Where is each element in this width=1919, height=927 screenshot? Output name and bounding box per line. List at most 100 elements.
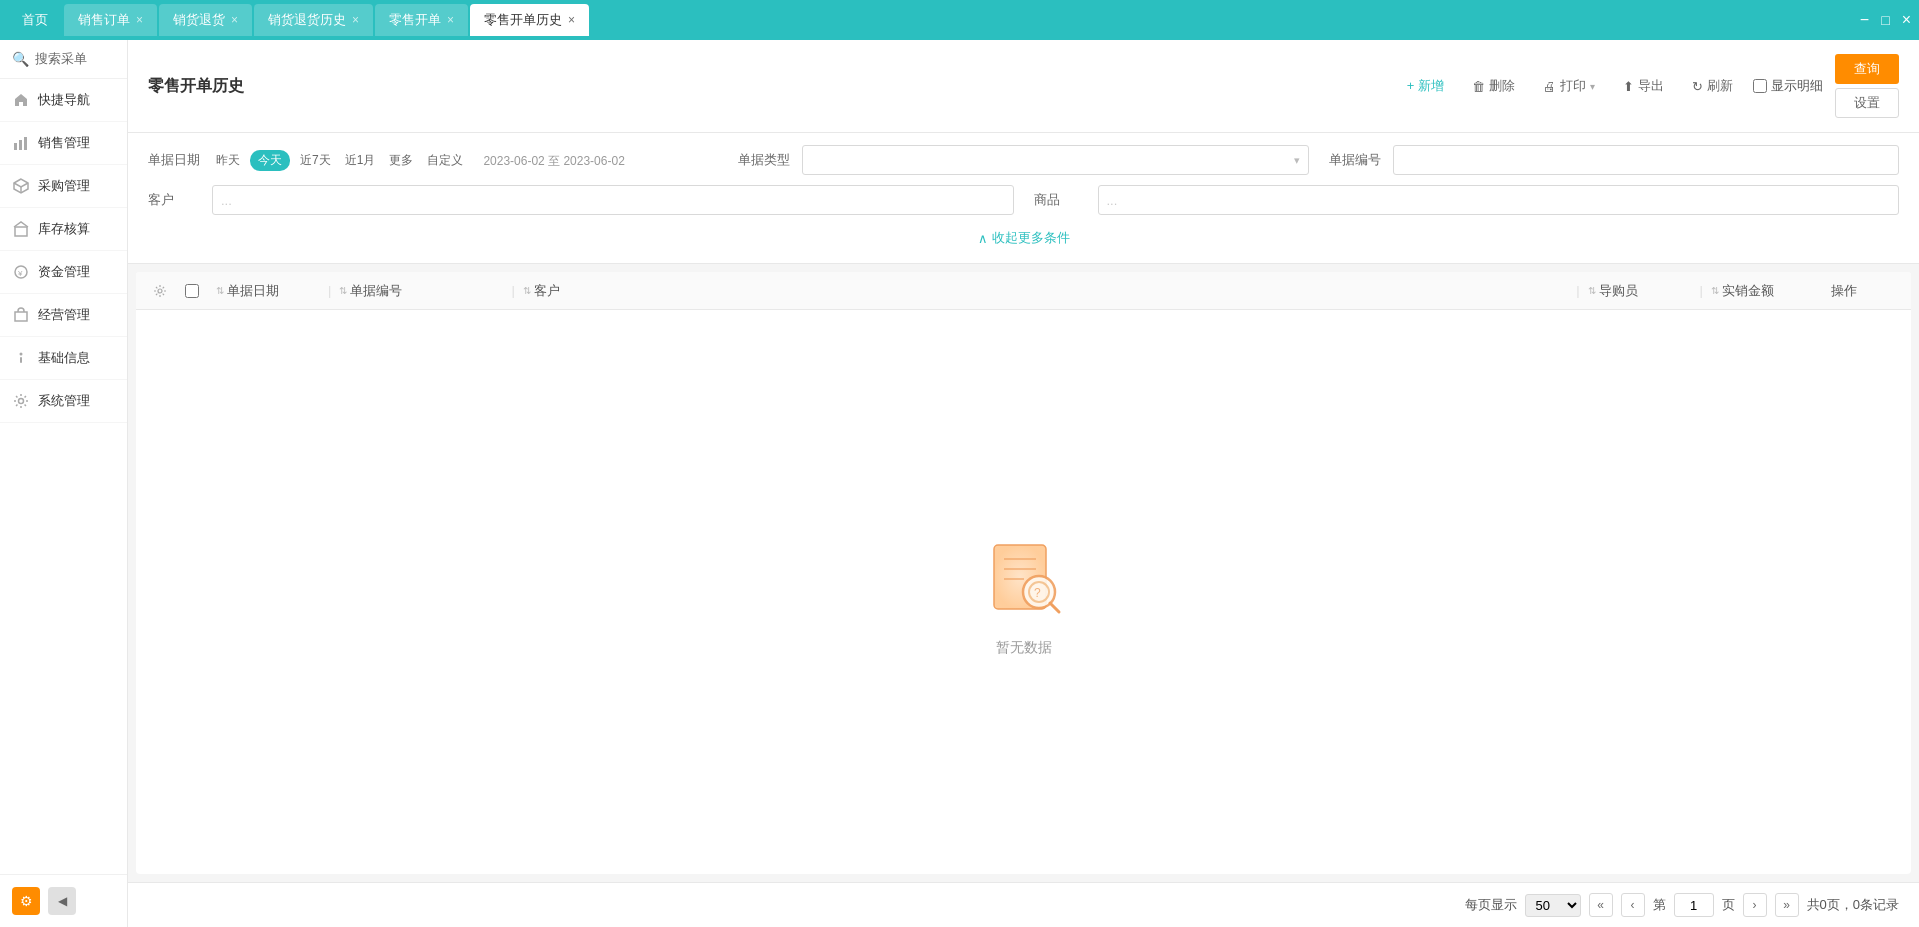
- sidebar-collapse-button[interactable]: ◀: [48, 887, 76, 915]
- sidebar-bottom: ⚙ ◀: [0, 874, 127, 927]
- select-all-checkbox[interactable]: [185, 284, 199, 298]
- tab-retail-open-history[interactable]: 零售开单历史 ×: [470, 4, 589, 36]
- th-date: ⇅ 单据日期: [208, 282, 328, 300]
- goods-dots: ...: [1107, 193, 1118, 208]
- tab-sales-return-close[interactable]: ×: [231, 13, 238, 27]
- tab-retail-open[interactable]: 零售开单 ×: [375, 4, 468, 36]
- delete-button[interactable]: 🗑 删除: [1464, 73, 1523, 99]
- tab-home-label: 首页: [22, 11, 48, 29]
- shortcut-7days[interactable]: 近7天: [296, 150, 335, 171]
- page-number-input[interactable]: [1674, 893, 1714, 917]
- svg-line-18: [1050, 603, 1059, 612]
- tab-sales-return-history[interactable]: 销货退货历史 ×: [254, 4, 373, 36]
- tab-home[interactable]: 首页: [8, 4, 62, 36]
- tab-sales-return[interactable]: 销货退货 ×: [159, 4, 252, 36]
- sidebar-item-sys-mgmt-label: 系统管理: [38, 392, 90, 410]
- sort-icon[interactable]: ⇅: [216, 285, 224, 296]
- sidebar-search-label: 搜索采单: [35, 50, 87, 68]
- sidebar-item-quick-nav[interactable]: 快捷导航: [0, 79, 127, 122]
- show-detail-checkbox[interactable]: [1753, 79, 1767, 93]
- page-header: 零售开单历史 + 新增 🗑 删除 🖨 打印 ▾ ⬆ 导出 ↻: [128, 40, 1919, 133]
- next-page-button[interactable]: ›: [1743, 893, 1767, 917]
- sidebar-item-inventory[interactable]: 库存核算: [0, 208, 127, 251]
- table-settings-icon[interactable]: [144, 284, 176, 298]
- window-maximize-btn[interactable]: □: [1881, 12, 1889, 28]
- query-button[interactable]: 查询: [1835, 54, 1899, 84]
- search-icon: 🔍: [12, 51, 29, 67]
- filter-customer-input[interactable]: ...: [212, 185, 1014, 215]
- sidebar-search[interactable]: 🔍 搜索采单: [0, 40, 127, 79]
- empty-illustration: ?: [974, 527, 1074, 627]
- per-page-label: 每页显示: [1465, 896, 1517, 914]
- filter-type-select[interactable]: ▾: [802, 145, 1308, 175]
- sort-icon-guide[interactable]: ⇅: [1588, 285, 1596, 296]
- filter-goods: 商品 ...: [1034, 185, 1900, 215]
- warehouse-icon: [12, 220, 30, 238]
- date-range-text: 2023-06-02 至 2023-06-02: [483, 153, 624, 170]
- per-page-select[interactable]: 50 100 200: [1525, 894, 1581, 917]
- home-icon: [12, 91, 30, 109]
- th-action: 操作: [1823, 282, 1903, 300]
- sidebar-item-purchase-mgmt[interactable]: 采购管理: [0, 165, 127, 208]
- chart-icon: [12, 134, 30, 152]
- filter-date: 单据日期 昨天 今天 近7天 近1月 更多 自定义 2023-06-02 至 2…: [148, 150, 718, 171]
- sidebar-item-finance[interactable]: ¥ 资金管理: [0, 251, 127, 294]
- shortcut-yesterday[interactable]: 昨天: [212, 150, 244, 171]
- filter-number-input[interactable]: [1393, 145, 1899, 175]
- sort-icon-num[interactable]: ⇅: [339, 285, 347, 296]
- collapse-icon: ◀: [58, 894, 67, 908]
- main-layout: 🔍 搜索采单 快捷导航 销售管理 采购管理 库存核算: [0, 40, 1919, 927]
- sidebar-item-purchase-mgmt-label: 采购管理: [38, 177, 90, 195]
- sort-icon-amount[interactable]: ⇅: [1711, 285, 1719, 296]
- tab-sales-return-label: 销货退货: [173, 11, 225, 29]
- prev-page-button[interactable]: ‹: [1621, 893, 1645, 917]
- settings-button[interactable]: 设置: [1835, 88, 1899, 118]
- shortcut-today[interactable]: 今天: [250, 150, 290, 171]
- sort-icon-customer[interactable]: ⇅: [523, 285, 531, 296]
- shortcut-more[interactable]: 更多: [385, 150, 417, 171]
- empty-text: 暂无数据: [996, 639, 1052, 657]
- last-page-button[interactable]: »: [1775, 893, 1799, 917]
- filter-goods-input[interactable]: ...: [1098, 185, 1900, 215]
- th-amount: ⇅ 实销金额: [1703, 282, 1823, 300]
- tab-sales-order[interactable]: 销售订单 ×: [64, 4, 157, 36]
- window-close-btn[interactable]: ×: [1902, 11, 1911, 29]
- svg-rect-3: [15, 227, 27, 236]
- th-number-label: 单据编号: [350, 282, 402, 300]
- collapse-filter-btn[interactable]: ∧ 收起更多条件: [148, 225, 1899, 251]
- filter-customer: 客户 ...: [148, 185, 1014, 215]
- svg-rect-2: [24, 137, 27, 150]
- th-action-label: 操作: [1831, 282, 1857, 300]
- show-detail-toggle[interactable]: 显示明细: [1753, 77, 1823, 95]
- sidebar-item-basic-info[interactable]: 基础信息: [0, 337, 127, 380]
- tab-retail-open-history-close[interactable]: ×: [568, 13, 575, 27]
- first-page-button[interactable]: «: [1589, 893, 1613, 917]
- tab-retail-open-history-label: 零售开单历史: [484, 11, 562, 29]
- add-button[interactable]: + 新增: [1399, 73, 1452, 99]
- svg-text:¥: ¥: [17, 269, 23, 278]
- settings-icon: [12, 392, 30, 410]
- refresh-label: 刷新: [1707, 77, 1733, 95]
- shortcut-custom[interactable]: 自定义: [423, 150, 467, 171]
- table-area: ⇅ 单据日期 | ⇅ 单据编号 | ⇅ 客户 | ⇅ 导购员 |: [136, 272, 1911, 874]
- sidebar-item-sales-mgmt[interactable]: 销售管理: [0, 122, 127, 165]
- table-select-all[interactable]: [176, 284, 208, 298]
- tab-sales-order-close[interactable]: ×: [136, 13, 143, 27]
- svg-rect-8: [20, 357, 22, 363]
- filter-customer-label: 客户: [148, 191, 204, 209]
- tab-sales-return-history-close[interactable]: ×: [352, 13, 359, 27]
- filter-date-shortcuts: 昨天 今天 近7天 近1月 更多 自定义: [212, 150, 467, 171]
- window-minimize-btn[interactable]: −: [1860, 11, 1869, 29]
- export-button[interactable]: ⬆ 导出: [1615, 73, 1672, 99]
- th-guide: ⇅ 导购员: [1580, 282, 1700, 300]
- print-button[interactable]: 🖨 打印 ▾: [1535, 73, 1603, 99]
- tab-retail-open-close[interactable]: ×: [447, 13, 454, 27]
- sidebar-item-sys-mgmt[interactable]: 系统管理: [0, 380, 127, 423]
- filter-area: 单据日期 昨天 今天 近7天 近1月 更多 自定义 2023-06-02 至 2…: [128, 133, 1919, 264]
- pagination-bar: 每页显示 50 100 200 « ‹ 第 页 › » 共0页，0条记录: [128, 882, 1919, 927]
- sidebar-item-business[interactable]: 经营管理: [0, 294, 127, 337]
- customer-dots: ...: [221, 193, 232, 208]
- gear-button[interactable]: ⚙: [12, 887, 40, 915]
- shortcut-1month[interactable]: 近1月: [341, 150, 380, 171]
- refresh-button[interactable]: ↻ 刷新: [1684, 73, 1741, 99]
